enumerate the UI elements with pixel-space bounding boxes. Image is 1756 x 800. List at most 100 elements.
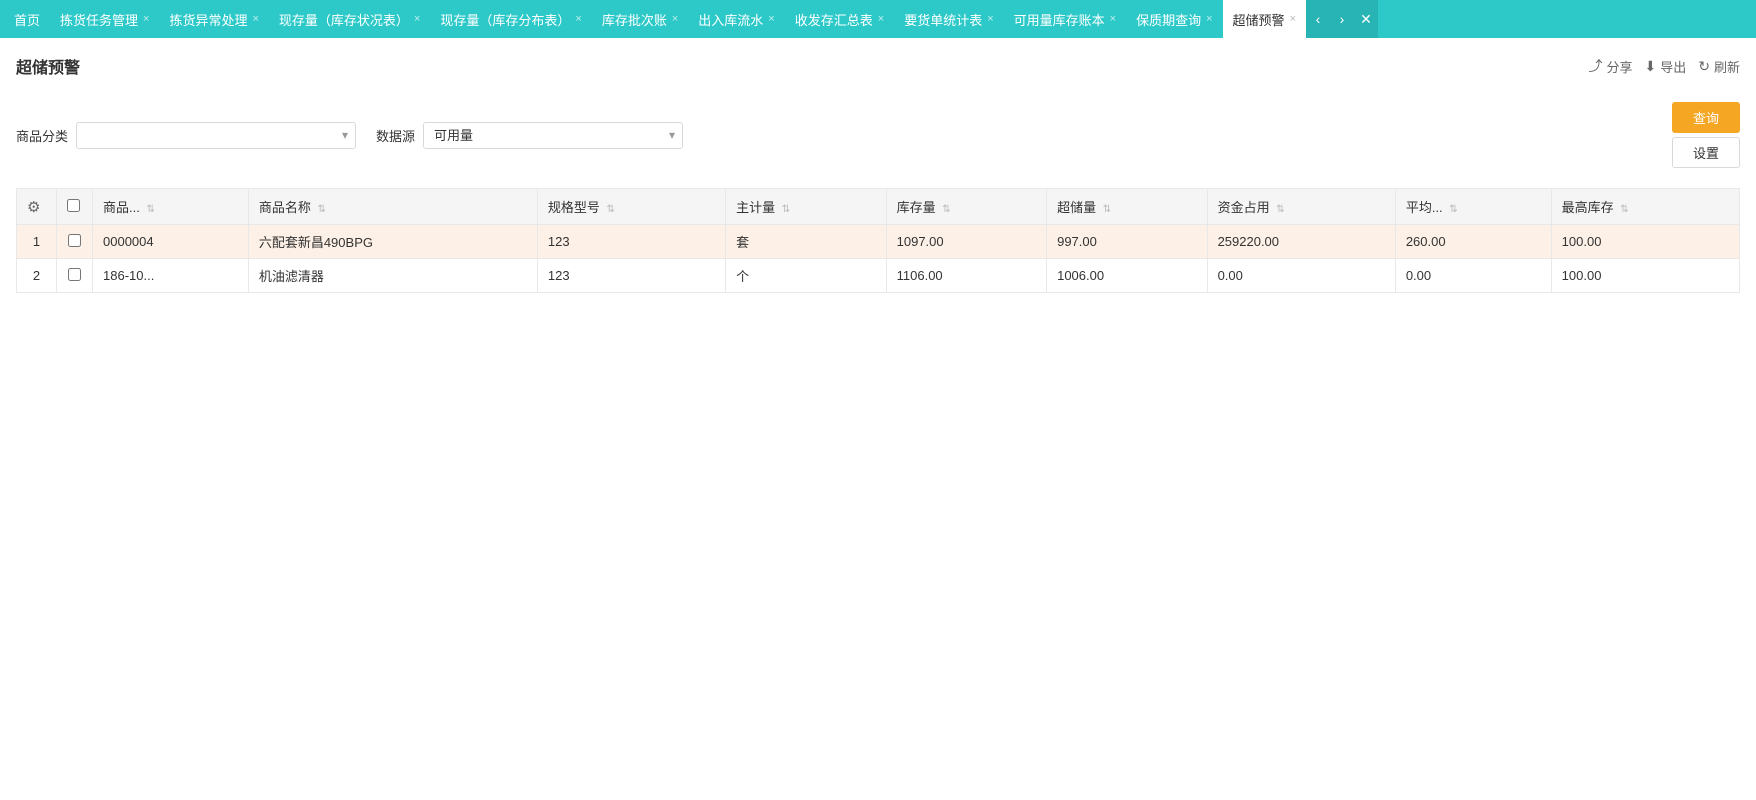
nav-available-stock[interactable]: 可用量库存账本 ×: [1004, 0, 1126, 38]
nav-inout-flow-label: 出入库流水: [698, 10, 763, 29]
col-stock-label: 库存量: [897, 200, 936, 215]
close-icon[interactable]: ×: [414, 13, 420, 25]
col-product-code-label: 商品...: [103, 200, 140, 215]
refresh-icon: ↻: [1698, 58, 1710, 75]
close-icon[interactable]: ×: [143, 13, 149, 25]
col-avg-label: 平均...: [1406, 200, 1443, 215]
nav-batch-account-label: 库存批次账: [602, 10, 667, 29]
close-icon[interactable]: ×: [768, 13, 774, 25]
col-product-code-header[interactable]: 商品... ⇅: [93, 189, 249, 225]
page-title: 超储预警: [16, 54, 80, 78]
col-spec-label: 规格型号: [548, 200, 600, 215]
filter-row: 商品分类 数据源 可用量 库存量 查询 设置: [16, 94, 1740, 176]
settings-gear-icon[interactable]: ⚙: [27, 199, 40, 216]
sort-icon: ⇅: [317, 204, 325, 215]
col-max-stock-label: 最高库存: [1562, 200, 1614, 215]
share-icon: ⤴: [1588, 56, 1602, 76]
datasource-label: 数据源: [376, 126, 415, 145]
refresh-button[interactable]: ↻ 刷新: [1698, 57, 1740, 76]
filter-datasource: 数据源 可用量 库存量: [376, 122, 683, 149]
nav-next-button[interactable]: ›: [1330, 0, 1354, 38]
col-max-stock-header[interactable]: 最高库存 ⇅: [1551, 189, 1739, 225]
category-select[interactable]: [76, 122, 356, 149]
row-2-overstock: 1006.00: [1047, 259, 1207, 293]
close-icon[interactable]: ×: [987, 13, 993, 25]
row-1-overstock: 997.00: [1047, 225, 1207, 259]
row-2-max-stock: 100.00: [1551, 259, 1739, 293]
close-icon[interactable]: ×: [1206, 13, 1212, 25]
settings-button[interactable]: 设置: [1672, 137, 1740, 168]
nav-pick-exception-label: 拣货异常处理: [169, 10, 247, 29]
nav-close-button[interactable]: ✕: [1354, 0, 1378, 38]
row-2-spec: 123: [537, 259, 725, 293]
export-button[interactable]: ⬇ 导出: [1645, 57, 1687, 76]
close-icon[interactable]: ×: [575, 13, 581, 25]
filter-category: 商品分类: [16, 122, 356, 149]
datasource-select-wrapper: 可用量 库存量: [423, 122, 683, 149]
nav-order-stats-label: 要货单统计表: [904, 10, 982, 29]
col-overstock-label: 超储量: [1057, 200, 1096, 215]
sort-icon: ⇅: [942, 204, 950, 215]
row-1-stock: 1097.00: [886, 225, 1046, 259]
topbar: 首页 拣货任务管理 × 拣货异常处理 × 现存量（库存状况表） × 现存量（库存…: [0, 0, 1756, 38]
row-checkbox-2: [57, 259, 93, 293]
nav-batch-account[interactable]: 库存批次账 ×: [592, 0, 688, 38]
col-capital-label: 资金占用: [1218, 200, 1270, 215]
page-header: 超储预警 ⤴ 分享 ⬇ 导出 ↻ 刷新: [16, 54, 1740, 78]
close-icon[interactable]: ×: [252, 13, 258, 25]
table-row: 1 0000004 六配套新昌490BPG 123 套 1097.00 997.…: [17, 225, 1740, 259]
nav-overstock[interactable]: 超储预警 ×: [1223, 0, 1306, 38]
data-table: ⚙ 商品... ⇅ 商品名称 ⇅ 规格型号 ⇅ 主计量: [16, 188, 1740, 293]
nav-prev-button[interactable]: ‹: [1306, 0, 1330, 38]
col-capital-header[interactable]: 资金占用 ⇅: [1207, 189, 1395, 225]
sort-icon: ⇅: [1449, 204, 1457, 215]
filter-buttons: 查询 设置: [1672, 102, 1740, 168]
main-content: 超储预警 ⤴ 分享 ⬇ 导出 ↻ 刷新 商品分类: [0, 38, 1756, 800]
close-icon[interactable]: ×: [1290, 13, 1296, 25]
sort-icon: ⇅: [1276, 204, 1284, 215]
col-overstock-header[interactable]: 超储量 ⇅: [1047, 189, 1207, 225]
row-2-product-name: 机油滤清器: [248, 259, 537, 293]
nav-overstock-label: 超储预警: [1233, 10, 1285, 29]
sort-icon: ⇅: [782, 204, 790, 215]
col-settings-header: ⚙: [17, 189, 57, 225]
nav-summary[interactable]: 收发存汇总表 ×: [785, 0, 894, 38]
nav-pick-exception[interactable]: 拣货异常处理 ×: [159, 0, 268, 38]
nav-stock-dist[interactable]: 现存量（库存分布表） ×: [430, 0, 591, 38]
col-spec-header[interactable]: 规格型号 ⇅: [537, 189, 725, 225]
row-1-checkbox[interactable]: [68, 234, 81, 247]
col-avg-header[interactable]: 平均... ⇅: [1395, 189, 1551, 225]
nav-pick-task[interactable]: 拣货任务管理 ×: [50, 0, 159, 38]
nav-order-stats[interactable]: 要货单统计表 ×: [894, 0, 1003, 38]
row-checkbox-1: [57, 225, 93, 259]
row-2-unit: 个: [726, 259, 886, 293]
sort-icon: ⇅: [1620, 204, 1628, 215]
select-all-checkbox[interactable]: [67, 199, 80, 212]
row-2-avg: 0.00: [1395, 259, 1551, 293]
col-product-name-header[interactable]: 商品名称 ⇅: [248, 189, 537, 225]
col-unit-header[interactable]: 主计量 ⇅: [726, 189, 886, 225]
category-select-wrapper: [76, 122, 356, 149]
query-button[interactable]: 查询: [1672, 102, 1740, 133]
share-label: 分享: [1606, 57, 1632, 76]
datasource-select[interactable]: 可用量 库存量: [423, 122, 683, 149]
nav-expiry[interactable]: 保质期查询 ×: [1126, 0, 1222, 38]
nav-stock-status[interactable]: 现存量（库存状况表） ×: [269, 0, 430, 38]
nav-available-stock-label: 可用量库存账本: [1014, 10, 1105, 29]
col-stock-header[interactable]: 库存量 ⇅: [886, 189, 1046, 225]
close-icon[interactable]: ×: [878, 13, 884, 25]
row-1-product-code: 0000004: [93, 225, 249, 259]
row-2-checkbox[interactable]: [68, 268, 81, 281]
refresh-label: 刷新: [1714, 57, 1740, 76]
close-icon[interactable]: ×: [1110, 13, 1116, 25]
close-icon[interactable]: ×: [672, 13, 678, 25]
nav-home-label: 首页: [14, 10, 40, 29]
nav-home[interactable]: 首页: [4, 0, 50, 38]
col-checkbox-header: [57, 189, 93, 225]
row-1-max-stock: 100.00: [1551, 225, 1739, 259]
row-1-product-name: 六配套新昌490BPG: [248, 225, 537, 259]
row-1-spec: 123: [537, 225, 725, 259]
share-button[interactable]: ⤴ 分享: [1588, 56, 1632, 76]
nav-inout-flow[interactable]: 出入库流水 ×: [688, 0, 784, 38]
nav-expiry-label: 保质期查询: [1136, 10, 1201, 29]
